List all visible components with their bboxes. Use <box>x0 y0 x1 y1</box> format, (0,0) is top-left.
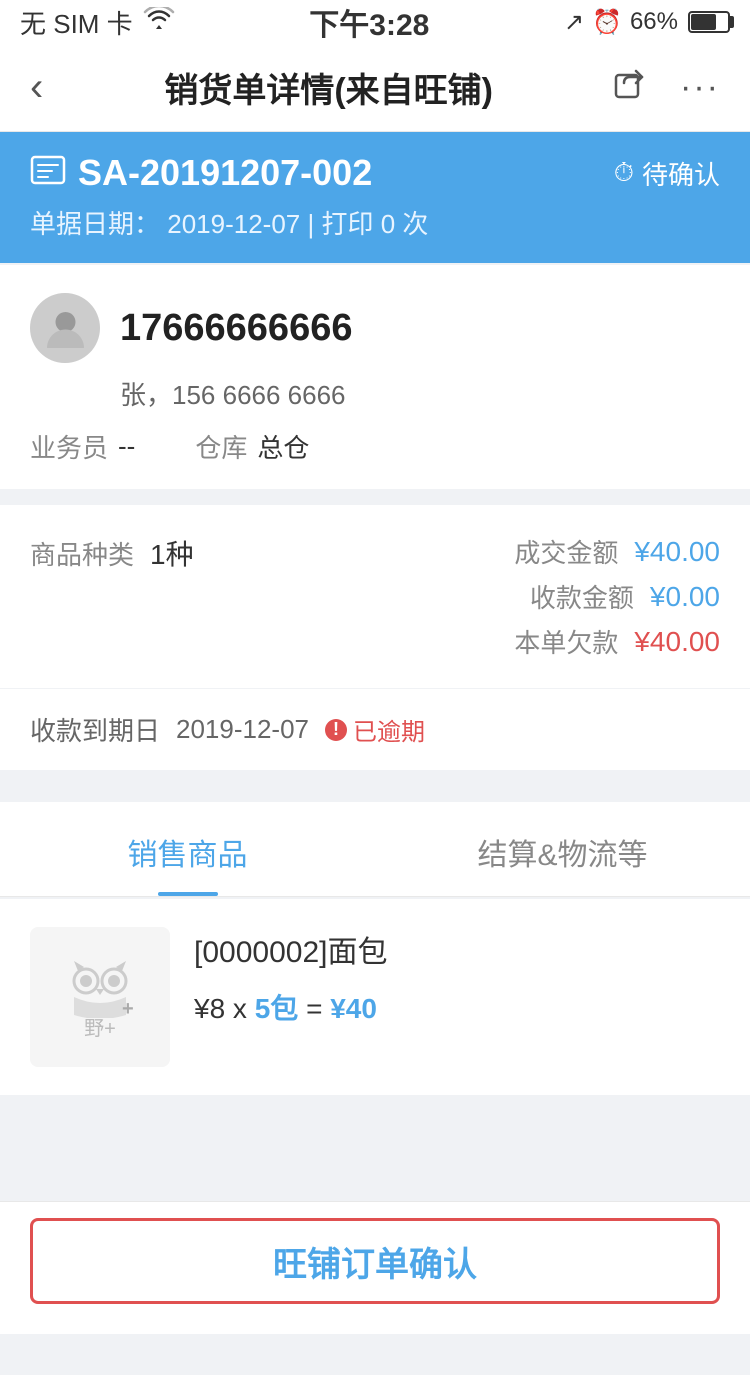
product-name: [0000002]面包 <box>194 927 720 971</box>
order-id: SA-20191207-002 <box>30 152 372 194</box>
summary-right: 成交金额 ¥40.00 收款金额 ¥0.00 本单欠款 ¥40.00 <box>514 533 720 660</box>
overdue-badge: ! 已逾期 <box>325 712 425 747</box>
divider-1 <box>0 489 750 505</box>
more-button[interactable]: ··· <box>680 68 720 107</box>
wifi-icon <box>143 7 175 38</box>
tabs-section: 销售商品 结算&物流等 <box>0 802 750 897</box>
overdue-text: 已逾期 <box>353 712 425 747</box>
customer-phone: 17666666666 <box>120 307 352 350</box>
product-section: + 野+ [0000002]面包 ¥8 x 5包 = ¥40 <box>0 899 750 1095</box>
due-label: 收款到期日 <box>30 711 160 748</box>
product-info: [0000002]面包 ¥8 x 5包 = ¥40 <box>194 927 720 1027</box>
customer-section: 17666666666 张，156 6666 6666 业务员 -- 仓库 总仓 <box>0 265 750 489</box>
received-row: 收款金额 ¥0.00 <box>530 578 720 615</box>
warehouse-label: 仓库 <box>195 428 247 465</box>
customer-top: 17666666666 <box>30 293 720 363</box>
status-bar: 无 SIM 卡 下午3:28 ↗ ⏰ 66% <box>0 0 750 44</box>
share-button[interactable] <box>614 65 650 110</box>
product-type-label: 商品种类 <box>30 535 134 572</box>
received-label: 收款金额 <box>530 578 634 615</box>
nav-actions: ··· <box>614 65 720 110</box>
product-owl-logo: + 野+ <box>60 953 140 1041</box>
transaction-label: 成交金额 <box>514 533 618 570</box>
back-button[interactable]: ‹ <box>30 65 43 110</box>
alarm-icon: ⏰ <box>592 8 622 37</box>
carrier-text: 无 SIM 卡 <box>20 4 133 41</box>
received-amount: ¥0.00 <box>650 581 720 613</box>
balance-label: 本单欠款 <box>514 623 618 660</box>
transaction-amount: ¥40.00 <box>634 536 720 568</box>
customer-meta: 业务员 -- 仓库 总仓 <box>30 428 720 465</box>
tab-sales-goods[interactable]: 销售商品 <box>0 802 375 896</box>
status-right: ↗ ⏰ 66% <box>564 8 730 37</box>
total-value: ¥40 <box>330 993 377 1024</box>
salesperson-item: 业务员 -- <box>30 428 135 465</box>
warehouse-item: 仓库 总仓 <box>195 428 309 465</box>
quantity-value: 5包 <box>255 993 299 1024</box>
order-status: ⏱ 待确认 <box>614 155 720 192</box>
salesperson-value: -- <box>118 431 135 462</box>
clock-icon: ⏱ <box>614 157 634 189</box>
confirm-order-button[interactable]: 旺铺订单确认 <box>30 1218 720 1304</box>
summary-left: 商品种类 1种 <box>30 533 194 573</box>
status-left: 无 SIM 卡 <box>20 4 175 41</box>
order-icon <box>30 152 66 194</box>
summary-section: 商品种类 1种 成交金额 ¥40.00 收款金额 ¥0.00 本单欠款 ¥40.… <box>0 505 750 688</box>
order-date: 单据日期： 2019-12-07 | 打印 0 次 <box>30 204 720 241</box>
svg-text:+: + <box>122 998 134 1018</box>
product-type-value: 1种 <box>150 533 194 573</box>
location-icon: ↗ <box>564 8 584 37</box>
product-thumbnail: + 野+ <box>30 927 170 1067</box>
salesperson-label: 业务员 <box>30 428 108 465</box>
overdue-icon: ! <box>325 719 347 741</box>
nav-bar: ‹ 销货单详情(来自旺铺) ··· <box>0 44 750 132</box>
battery-percent: 66% <box>630 8 678 36</box>
balance-row: 本单欠款 ¥40.00 <box>514 623 720 660</box>
avatar <box>30 293 100 363</box>
status-time: 下午3:28 <box>309 0 429 44</box>
balance-amount: ¥40.00 <box>634 626 720 658</box>
due-date-value: 2019-12-07 <box>176 714 309 745</box>
bottom-button-bar: 旺铺订单确认 <box>0 1201 750 1334</box>
page-title: 销货单详情(来自旺铺) <box>164 63 493 112</box>
divider-2 <box>0 770 750 786</box>
warehouse-value: 总仓 <box>257 428 309 465</box>
tab-settlement[interactable]: 结算&物流等 <box>375 802 750 896</box>
battery-icon <box>688 11 730 33</box>
order-header: SA-20191207-002 ⏱ 待确认 单据日期： 2019-12-07 |… <box>0 132 750 263</box>
price-value: ¥8 <box>194 993 225 1024</box>
transaction-row: 成交金额 ¥40.00 <box>514 533 720 570</box>
order-header-top: SA-20191207-002 ⏱ 待确认 <box>30 152 720 194</box>
product-price: ¥8 x 5包 = ¥40 <box>194 987 720 1027</box>
customer-name: 张，156 6666 6666 <box>30 375 720 412</box>
confirm-button-label: 旺铺订单确认 <box>273 1237 477 1286</box>
due-section: 收款到期日 2019-12-07 ! 已逾期 <box>0 688 750 770</box>
